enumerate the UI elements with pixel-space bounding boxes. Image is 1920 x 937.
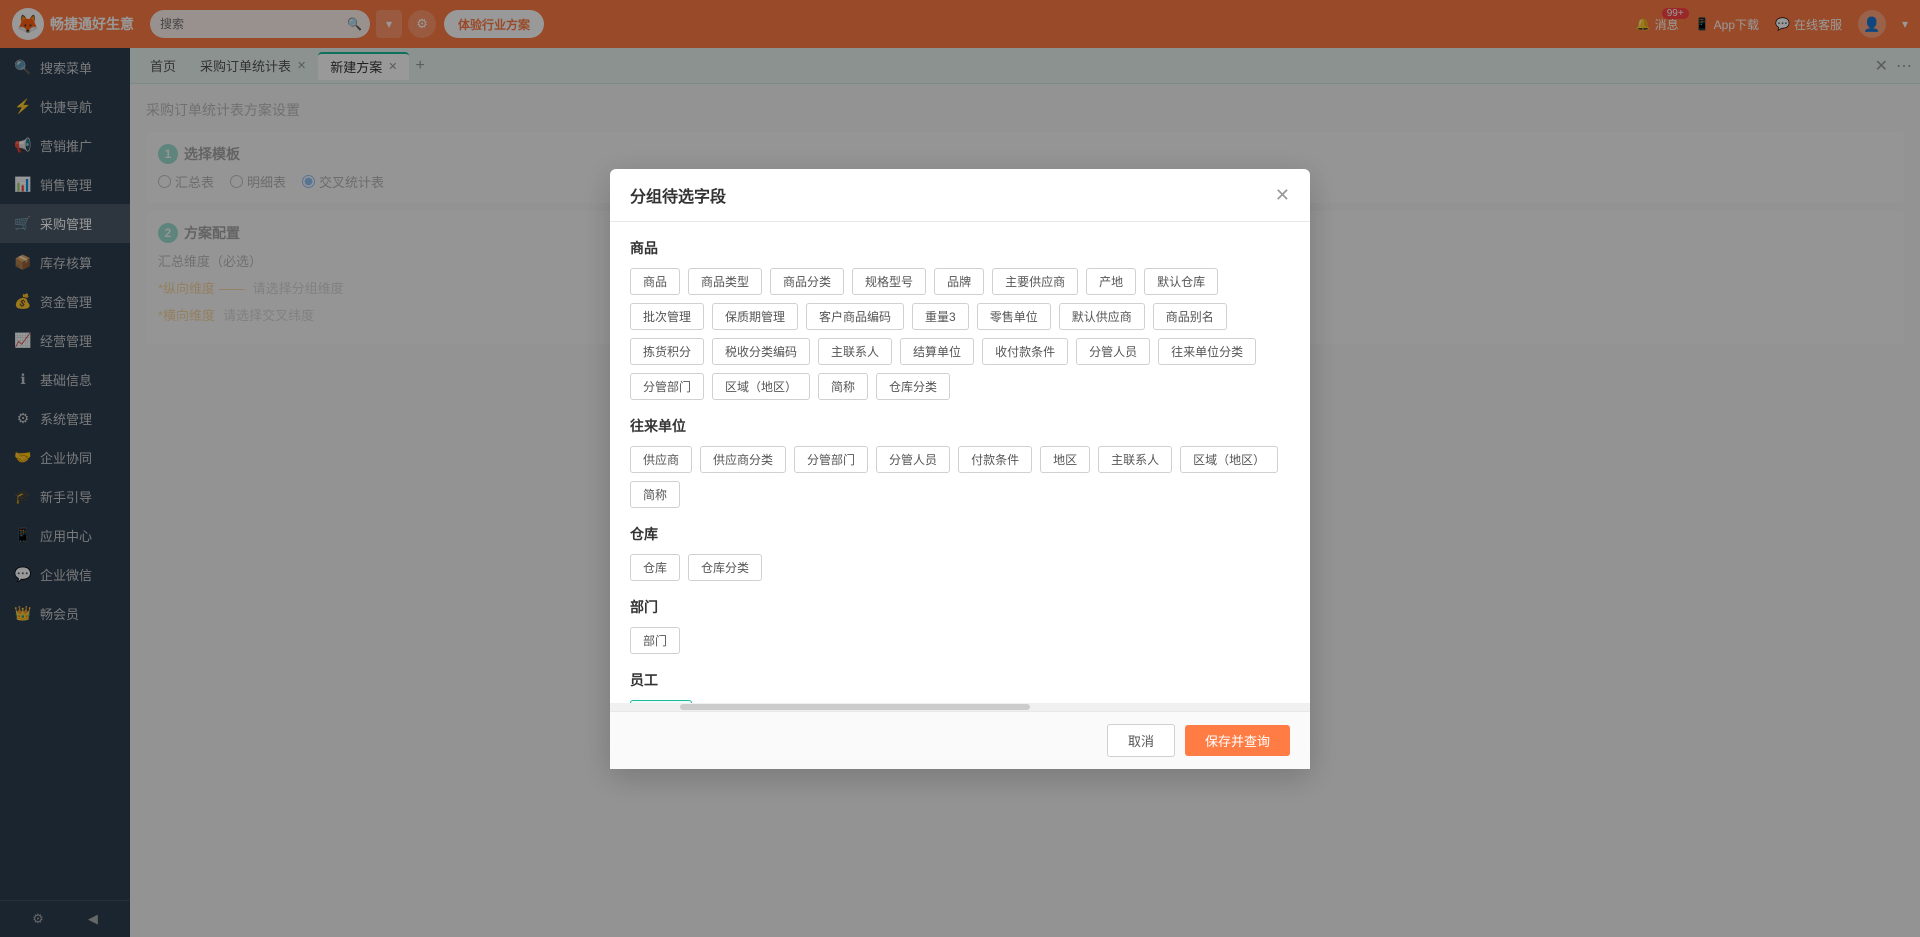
modal-overlay: 分组待选字段 ✕ 商品 商品 商品类型 商品分类 规格型号 品牌 主要供应商 产… xyxy=(0,0,1920,937)
product-fields: 商品 商品类型 商品分类 规格型号 品牌 主要供应商 产地 默认仓库 批次管理 … xyxy=(630,268,1290,400)
field-abbr[interactable]: 简称 xyxy=(818,373,868,400)
cancel-button[interactable]: 取消 xyxy=(1107,724,1175,757)
field-district[interactable]: 地区 xyxy=(1040,446,1090,473)
group-title-employee: 员工 xyxy=(630,670,1290,690)
field-default-warehouse[interactable]: 默认仓库 xyxy=(1144,268,1218,295)
field-responsible-person[interactable]: 分管人员 xyxy=(1076,338,1150,365)
field-partner-category[interactable]: 往来单位分类 xyxy=(1158,338,1256,365)
field-main-contact[interactable]: 主联系人 xyxy=(818,338,892,365)
field-batch-management[interactable]: 批次管理 xyxy=(630,303,704,330)
modal-title: 分组待选字段 xyxy=(630,183,726,207)
field-warehouse[interactable]: 仓库 xyxy=(630,554,680,581)
department-fields: 部门 xyxy=(630,627,1290,654)
field-partner-abbr[interactable]: 简称 xyxy=(630,481,680,508)
group-title-partner: 往来单位 xyxy=(630,416,1290,436)
field-default-supplier[interactable]: 默认供应商 xyxy=(1059,303,1145,330)
field-pick-points[interactable]: 拣货积分 xyxy=(630,338,704,365)
modal-footer: 取消 保存并查询 xyxy=(610,711,1310,769)
warehouse-fields: 仓库 仓库分类 xyxy=(630,554,1290,581)
field-shelf-life[interactable]: 保质期管理 xyxy=(712,303,798,330)
group-title-warehouse: 仓库 xyxy=(630,524,1290,544)
field-settlement-unit[interactable]: 结算单位 xyxy=(900,338,974,365)
field-partner-person[interactable]: 分管人员 xyxy=(876,446,950,473)
field-customer-product-code[interactable]: 客户商品编码 xyxy=(806,303,904,330)
partner-fields: 供应商 供应商分类 分管部门 分管人员 付款条件 地区 主联系人 区域（地区） … xyxy=(630,446,1290,508)
field-retail-unit[interactable]: 零售单位 xyxy=(977,303,1051,330)
modal-header: 分组待选字段 ✕ xyxy=(610,169,1310,222)
field-brand[interactable]: 品牌 xyxy=(934,268,984,295)
field-payment-terms[interactable]: 收付款条件 xyxy=(982,338,1068,365)
field-tax-code[interactable]: 税收分类编码 xyxy=(712,338,810,365)
modal-wrapper: 分组待选字段 ✕ 商品 商品 商品类型 商品分类 规格型号 品牌 主要供应商 产… xyxy=(610,169,1310,769)
field-main-supplier[interactable]: 主要供应商 xyxy=(992,268,1078,295)
field-payment-condition[interactable]: 付款条件 xyxy=(958,446,1032,473)
field-product-type[interactable]: 商品类型 xyxy=(688,268,762,295)
field-region[interactable]: 区域（地区） xyxy=(712,373,810,400)
modal-hscroll-thumb xyxy=(680,704,1030,710)
field-partner-dept[interactable]: 分管部门 xyxy=(794,446,868,473)
modal-close-btn[interactable]: ✕ xyxy=(1275,186,1290,204)
group-title-department: 部门 xyxy=(630,597,1290,617)
field-product[interactable]: 商品 xyxy=(630,268,680,295)
field-spec-model[interactable]: 规格型号 xyxy=(852,268,926,295)
field-product-alias[interactable]: 商品别名 xyxy=(1153,303,1227,330)
group-title-product: 商品 xyxy=(630,238,1290,258)
field-partner-region[interactable]: 区域（地区） xyxy=(1180,446,1278,473)
field-supplier[interactable]: 供应商 xyxy=(630,446,692,473)
modal-hscroll[interactable] xyxy=(610,703,1310,711)
field-origin[interactable]: 产地 xyxy=(1086,268,1136,295)
field-product-category[interactable]: 商品分类 xyxy=(770,268,844,295)
field-warehouse-category[interactable]: 仓库分类 xyxy=(876,373,950,400)
field-dept[interactable]: 分管部门 xyxy=(630,373,704,400)
field-partner-contact[interactable]: 主联系人 xyxy=(1098,446,1172,473)
save-button[interactable]: 保存并查询 xyxy=(1185,725,1290,756)
field-warehouse-type[interactable]: 仓库分类 xyxy=(688,554,762,581)
field-department[interactable]: 部门 xyxy=(630,627,680,654)
field-select-modal: 分组待选字段 ✕ 商品 商品 商品类型 商品分类 规格型号 品牌 主要供应商 产… xyxy=(610,169,1310,769)
modal-body: 商品 商品 商品类型 商品分类 规格型号 品牌 主要供应商 产地 默认仓库 批次… xyxy=(610,222,1310,703)
field-supplier-category[interactable]: 供应商分类 xyxy=(700,446,786,473)
field-weight3[interactable]: 重量3 xyxy=(912,303,969,330)
